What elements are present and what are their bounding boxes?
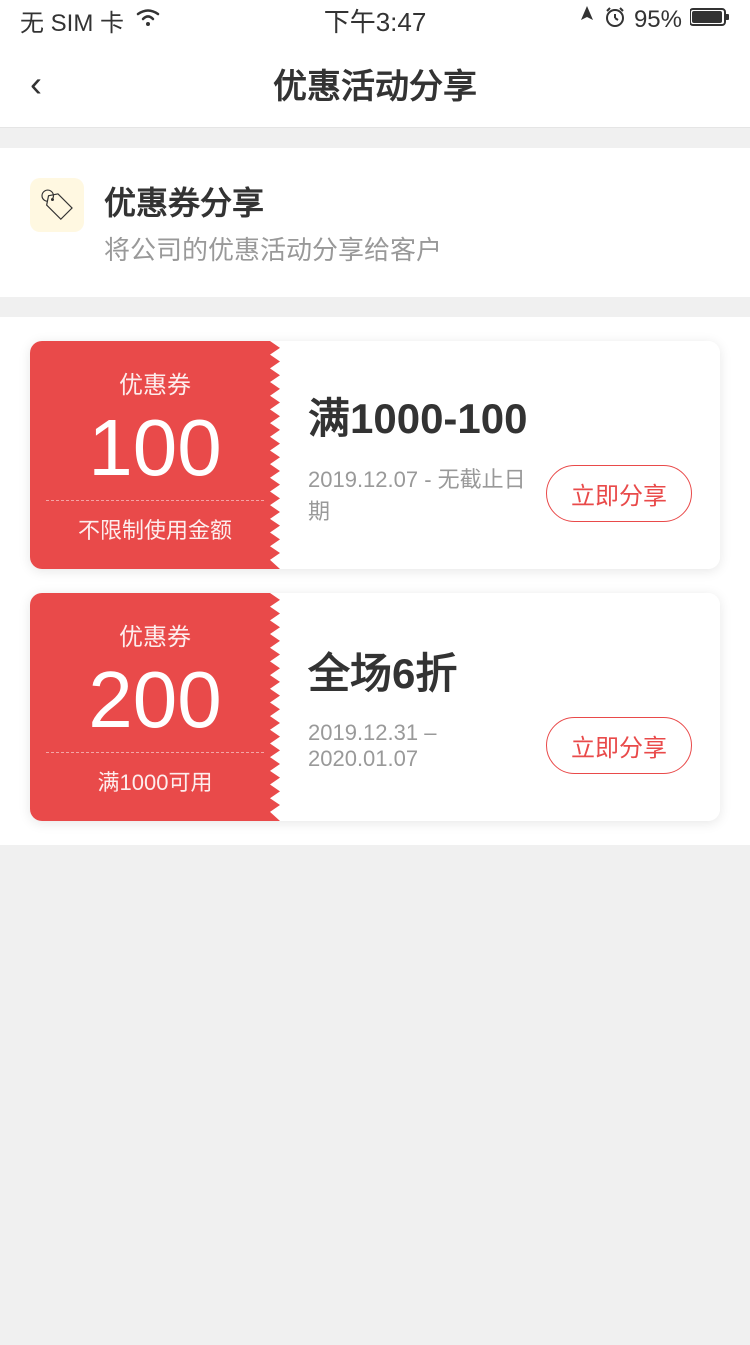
back-button[interactable]: ‹: [30, 63, 42, 105]
coupon-right-2: 全场6折 2019.12.31 – 2020.01.07 立即分享: [280, 593, 720, 821]
coupon-left-2: 优惠券 200 满1000可用: [30, 593, 280, 821]
coupon-meta-2: 2019.12.31 – 2020.01.07 立即分享: [308, 717, 692, 774]
coupon-amount-2: 200: [88, 660, 221, 740]
coupon-amount-1: 100: [88, 408, 221, 488]
status-right: 95%: [578, 6, 730, 35]
section-gap-mid: [0, 297, 750, 317]
coupon-name-1: 满1000-100: [308, 385, 692, 446]
status-bar: 无 SIM 卡 下午3:47 95%: [0, 0, 750, 40]
battery-icon: [690, 6, 730, 34]
alarm-icon: [604, 6, 626, 35]
coupon-card-2: 优惠券 200 满1000可用 全场6折 2019.12.31 – 2020.0…: [30, 593, 720, 821]
header-section: 🏷 优惠券分享 将公司的优惠活动分享给客户: [0, 148, 750, 297]
coupon-right-1: 满1000-100 2019.12.07 - 无截止日期 立即分享: [280, 341, 720, 569]
section-title: 优惠券分享: [104, 178, 442, 224]
section-icon: 🏷: [30, 178, 84, 232]
bottom-empty-area: [0, 845, 750, 1345]
coupon-divider-1: [46, 500, 264, 501]
coupons-list: 优惠券 100 不限制使用金额 满1000-100 2019.12.07 - 无…: [0, 317, 750, 845]
status-left: 无 SIM 卡: [20, 3, 162, 38]
coupon-type-label-1: 优惠券: [119, 365, 191, 400]
coupon-date-1: 2019.12.07 - 无截止日期: [308, 462, 536, 526]
wifi-icon: [134, 6, 162, 35]
share-button-1[interactable]: 立即分享: [546, 465, 692, 522]
header-text: 优惠券分享 将公司的优惠活动分享给客户: [104, 178, 442, 267]
share-button-2[interactable]: 立即分享: [546, 717, 692, 774]
coupon-name-2: 全场6折: [308, 640, 692, 701]
coupon-card-1: 优惠券 100 不限制使用金额 满1000-100 2019.12.07 - 无…: [30, 341, 720, 569]
location-icon: [578, 6, 596, 35]
coupon-type-label-2: 优惠券: [119, 617, 191, 652]
coupon-left-1: 优惠券 100 不限制使用金额: [30, 341, 280, 569]
coupon-meta-1: 2019.12.07 - 无截止日期 立即分享: [308, 462, 692, 526]
section-subtitle: 将公司的优惠活动分享给客户: [104, 230, 442, 267]
coupon-condition-2: 满1000可用: [98, 765, 213, 797]
carrier-label: 无 SIM 卡: [20, 3, 124, 38]
battery-percentage: 95%: [634, 6, 682, 34]
coupon-condition-1: 不限制使用金额: [78, 513, 232, 545]
status-time: 下午3:47: [324, 2, 427, 39]
page-title: 优惠活动分享: [273, 59, 477, 108]
coupon-divider-2: [46, 752, 264, 753]
section-gap-top: [0, 128, 750, 148]
coupon-date-2: 2019.12.31 – 2020.01.07: [308, 720, 536, 772]
navigation-bar: ‹ 优惠活动分享: [0, 40, 750, 128]
